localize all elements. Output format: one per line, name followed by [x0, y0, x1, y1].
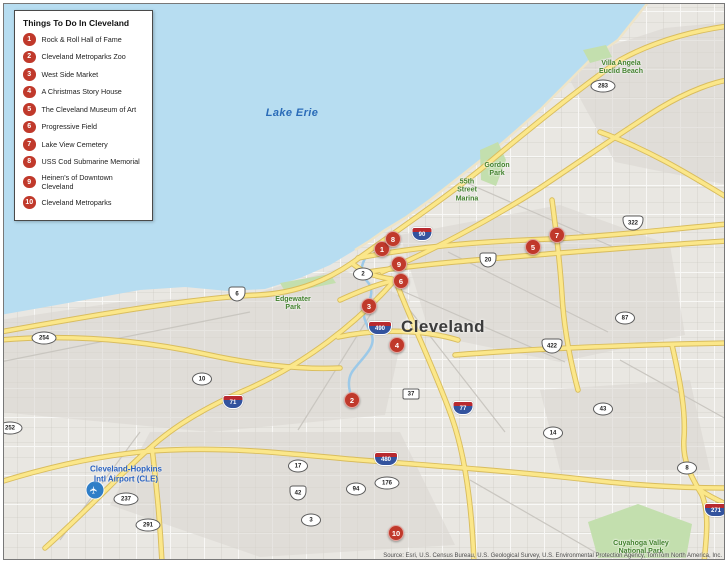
legend-panel: Things To Do In Cleveland 1 Rock & Roll … [14, 10, 153, 221]
route-shield-283: 283 [591, 80, 616, 93]
legend-item-number: 9 [23, 176, 36, 189]
route-shield-291: 291 [136, 519, 161, 532]
legend-item-label: The Cleveland Museum of Art [42, 105, 137, 114]
poi-marker-6[interactable]: 6 [393, 273, 409, 289]
legend-item-number: 4 [23, 86, 36, 99]
route-shield-490: 490 [368, 321, 392, 335]
poi-marker-10[interactable]: 10 [388, 525, 404, 541]
legend-item-number: 3 [23, 68, 36, 81]
legend-item-label: West Side Market [42, 70, 99, 79]
route-shield-10: 10 [192, 373, 212, 386]
map-attribution: Source: Esri, U.S. Census Bureau, U.S. G… [383, 553, 722, 559]
route-shield-14: 14 [543, 427, 563, 440]
route-shield-480: 480 [374, 452, 398, 466]
poi-marker-4[interactable]: 4 [389, 337, 405, 353]
route-shield-3: 3 [301, 514, 321, 527]
legend-item-number: 8 [23, 156, 36, 169]
legend-item-label: Cleveland Metroparks [42, 198, 112, 207]
poi-marker-7[interactable]: 7 [549, 227, 565, 243]
legend-item: 3 West Side Market [23, 68, 144, 81]
poi-marker-5[interactable]: 5 [525, 239, 541, 255]
legend-item: 9 Heinen's of Downtown Cleveland [23, 173, 144, 191]
route-shield-2: 2 [353, 268, 373, 281]
route-shield-271: 271 [704, 503, 728, 517]
route-shield-17: 17 [288, 460, 308, 473]
airport-icon: ✈ [87, 482, 104, 499]
legend-item-number: 7 [23, 138, 36, 151]
route-shield-37: 37 [403, 389, 420, 400]
legend-list: 1 Rock & Roll Hall of Fame 2 Cleveland M… [23, 33, 144, 209]
map-canvas[interactable]: ✈ Source: Esri, U.S. Census Bureau, U.S.… [0, 0, 728, 563]
legend-item-label: Heinen's of Downtown Cleveland [42, 173, 145, 191]
poi-marker-9[interactable]: 9 [391, 256, 407, 272]
route-shield-176: 176 [375, 477, 400, 490]
route-shield-94: 94 [346, 483, 366, 496]
poi-marker-8[interactable]: 8 [385, 231, 401, 247]
legend-item: 2 Cleveland Metroparks Zoo [23, 51, 144, 64]
legend-item-number: 2 [23, 51, 36, 64]
poi-marker-2[interactable]: 2 [344, 392, 360, 408]
airplane-glyph: ✈ [89, 486, 100, 494]
legend-item: 10 Cleveland Metroparks [23, 196, 144, 209]
poi-marker-3[interactable]: 3 [361, 298, 377, 314]
route-shield-8: 8 [677, 462, 697, 475]
legend-item-number: 1 [23, 33, 36, 46]
legend-item-number: 5 [23, 103, 36, 116]
legend-title: Things To Do In Cleveland [23, 18, 144, 28]
legend-item-label: Rock & Roll Hall of Fame [42, 35, 122, 44]
route-shield-237: 237 [114, 493, 139, 506]
route-shield-254: 254 [32, 332, 57, 345]
legend-item: 7 Lake View Cemetery [23, 138, 144, 151]
route-shield-43: 43 [593, 403, 613, 416]
legend-item-label: Cleveland Metroparks Zoo [42, 52, 126, 61]
legend-item-number: 10 [23, 196, 36, 209]
legend-item-label: A Christmas Story House [42, 87, 122, 96]
legend-item: 8 USS Cod Submarine Memorial [23, 156, 144, 169]
legend-item-label: Progressive Field [42, 122, 98, 131]
legend-item: 4 A Christmas Story House [23, 86, 144, 99]
legend-item: 1 Rock & Roll Hall of Fame [23, 33, 144, 46]
legend-item: 5 The Cleveland Museum of Art [23, 103, 144, 116]
legend-item-label: USS Cod Submarine Memorial [42, 157, 140, 166]
legend-item-label: Lake View Cemetery [42, 140, 108, 149]
legend-item: 6 Progressive Field [23, 121, 144, 134]
legend-item-number: 6 [23, 121, 36, 134]
route-shield-87: 87 [615, 312, 635, 325]
